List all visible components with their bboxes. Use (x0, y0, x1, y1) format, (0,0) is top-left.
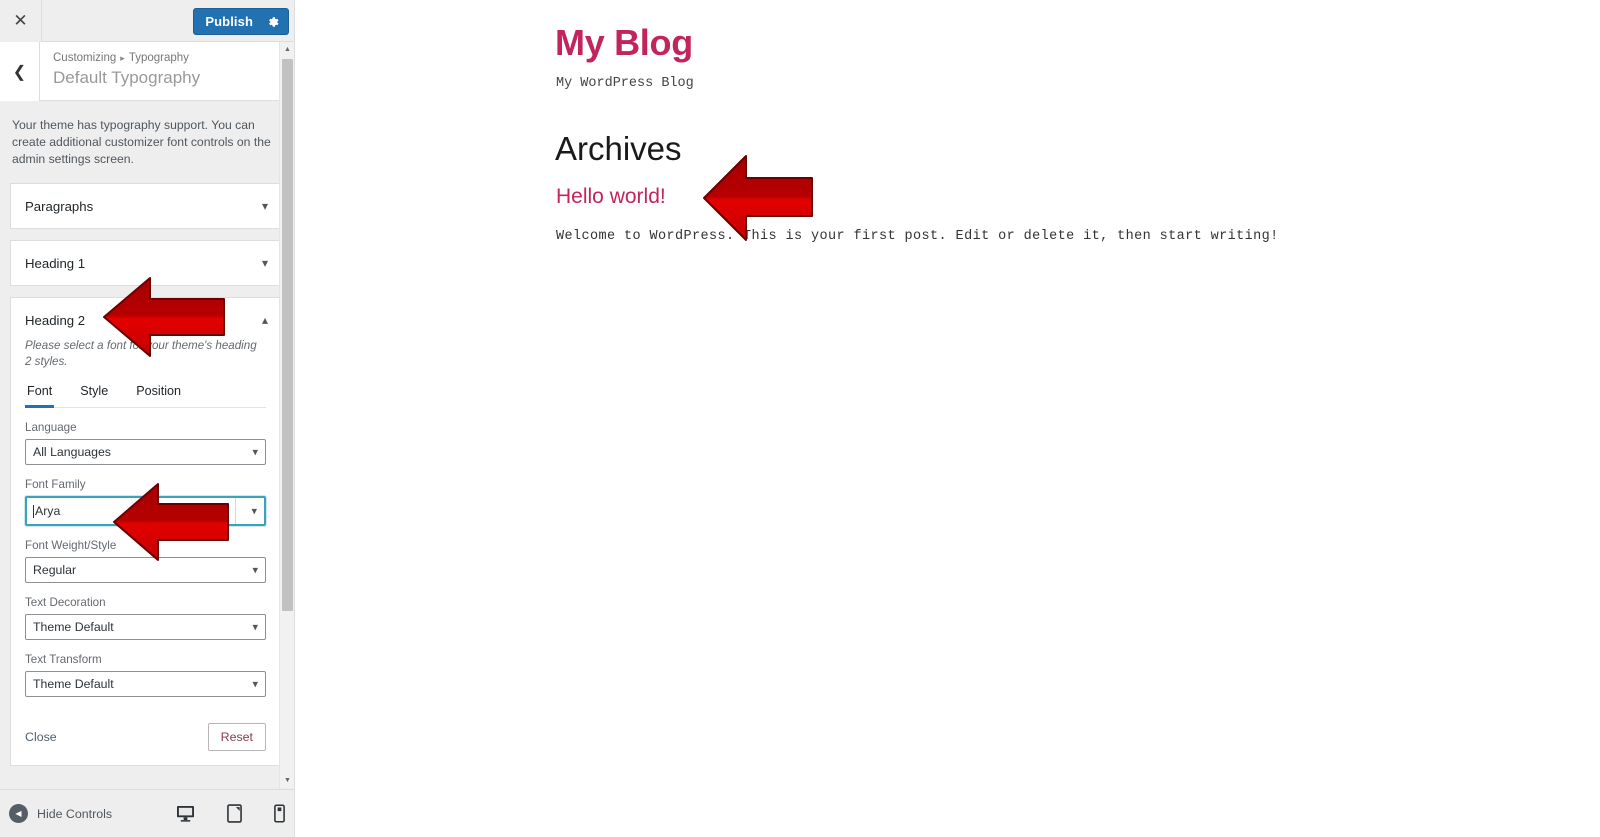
accordion-heading-2: Heading 2 ▴ Please select a font for you… (10, 297, 281, 766)
site-tagline: My WordPress Blog (556, 76, 694, 91)
accordion-paragraphs-label: Paragraphs (25, 198, 94, 214)
font-weight-style-value: Regular (33, 563, 77, 577)
hide-controls-button[interactable]: ◀ Hide Controls (9, 804, 112, 823)
scroll-up-arrow-icon[interactable]: ▲ (280, 42, 294, 57)
mobile-preview-icon[interactable] (274, 804, 285, 823)
desktop-preview-icon[interactable] (176, 805, 195, 822)
breadcrumb-current: Typography (128, 52, 189, 64)
post-excerpt: Welcome to WordPress. This is your first… (556, 229, 1279, 244)
chevron-down-icon[interactable]: ▾ (262, 200, 268, 212)
site-preview-pane: My Blog My WordPress Blog Archives Hello… (295, 0, 1600, 837)
chevron-left-icon[interactable]: ❮ (0, 42, 40, 101)
combobox-divider (235, 498, 236, 524)
sidebar-scrollbar[interactable]: ▲ ▼ (279, 42, 294, 788)
accordion-heading-2-body: Please select a font for your theme's he… (11, 338, 280, 765)
field-font-family: Font Family Arya ▾ (25, 478, 266, 526)
accordion-paragraphs-header[interactable]: Paragraphs ▾ (11, 184, 280, 228)
chevron-up-icon[interactable]: ▴ (262, 314, 268, 326)
font-family-value: Arya (35, 504, 61, 518)
typography-support-description: Your theme has typography support. You c… (12, 118, 271, 166)
device-preview-bar: ◀ Hide Controls (0, 789, 294, 837)
publish-button-label: Publish (205, 14, 253, 29)
gear-icon[interactable] (265, 14, 280, 29)
tab-font-label: Font (27, 384, 53, 398)
collapse-left-icon: ◀ (9, 804, 28, 823)
chevron-down-icon: ▾ (252, 446, 258, 459)
field-language: Language All Languages ▾ (25, 421, 266, 465)
heading-2-footer: Close Reset (25, 723, 266, 751)
field-text-transform: Text Transform Theme Default ▾ (25, 653, 266, 697)
field-font-weight-style-label: Font Weight/Style (25, 539, 117, 552)
field-font-weight-style: Font Weight/Style Regular ▾ (25, 539, 266, 583)
heading-2-note: Please select a font for your theme's he… (25, 339, 257, 368)
accordion-heading-2-label: Heading 2 (25, 312, 86, 328)
breadcrumb-separator-icon: ▸ (120, 53, 125, 63)
heading-2-tabs: Font Style Position (25, 384, 266, 408)
field-text-decoration: Text Decoration Theme Default ▾ (25, 596, 266, 640)
page-title: Default Typography (53, 68, 201, 87)
tab-style-label: Style (80, 384, 109, 398)
chevron-down-icon: ▾ (252, 621, 258, 634)
site-title[interactable]: My Blog (555, 22, 693, 64)
breadcrumb: Customizing ▸ Typography (53, 52, 189, 64)
font-family-input[interactable]: Arya ▾ (25, 496, 266, 526)
tab-position-label: Position (136, 384, 182, 398)
customizer-topbar: ✕ Publish (0, 0, 294, 42)
hide-controls-label: Hide Controls (37, 806, 113, 821)
chevron-down-icon: ▾ (252, 564, 258, 577)
breadcrumb-root[interactable]: Customizing (53, 52, 116, 64)
field-text-decoration-label: Text Decoration (25, 596, 106, 609)
text-decoration-value: Theme Default (33, 620, 114, 634)
language-select-value: All Languages (33, 445, 111, 459)
accordion-heading-1-header[interactable]: Heading 1 ▾ (11, 241, 280, 285)
archive-heading: Archives (555, 130, 682, 167)
field-font-family-label: Font Family (25, 478, 86, 491)
customizer-section-header: ❮ Customizing ▸ Typography Default Typogra… (0, 42, 294, 101)
tab-font[interactable]: Font (25, 384, 55, 408)
text-cursor (33, 504, 34, 518)
customizer-sidebar: ✕ Publish ❮ Customizing ▸ Typography Defau… (0, 0, 295, 837)
tablet-preview-icon[interactable] (227, 804, 242, 823)
accordion-heading-2-header[interactable]: Heading 2 ▴ (11, 298, 280, 342)
text-transform-select[interactable]: Theme Default ▾ (25, 671, 266, 697)
tab-position[interactable]: Position (134, 384, 183, 407)
close-button[interactable]: Close (25, 730, 57, 744)
scrollbar-thumb[interactable] (282, 59, 293, 611)
reset-button[interactable]: Reset (207, 723, 266, 751)
accordion-heading-1: Heading 1 ▾ (10, 240, 281, 286)
chevron-down-icon: ▾ (252, 678, 258, 691)
tab-style[interactable]: Style (78, 384, 110, 407)
language-select[interactable]: All Languages ▾ (25, 439, 266, 465)
post-title-link[interactable]: Hello world! (556, 185, 666, 209)
accordion-paragraphs: Paragraphs ▾ (10, 183, 281, 229)
customizer-scroll-body: Your theme has typography support. You c… (0, 101, 294, 788)
text-decoration-select[interactable]: Theme Default ▾ (25, 614, 266, 640)
font-weight-style-select[interactable]: Regular ▾ (25, 557, 266, 583)
chevron-down-icon[interactable]: ▾ (262, 257, 268, 269)
device-icons (176, 804, 285, 823)
publish-button[interactable]: Publish (193, 8, 289, 35)
chevron-down-icon[interactable]: ▾ (251, 505, 257, 518)
customizer-screen: ✕ Publish ❮ Customizing ▸ Typography Defau… (0, 0, 1600, 837)
scroll-down-arrow-icon[interactable]: ▼ (280, 773, 294, 788)
close-icon[interactable]: ✕ (0, 0, 42, 42)
field-text-transform-label: Text Transform (25, 653, 102, 666)
field-language-label: Language (25, 421, 77, 434)
text-transform-value: Theme Default (33, 677, 114, 691)
accordion-heading-1-label: Heading 1 (25, 255, 86, 271)
